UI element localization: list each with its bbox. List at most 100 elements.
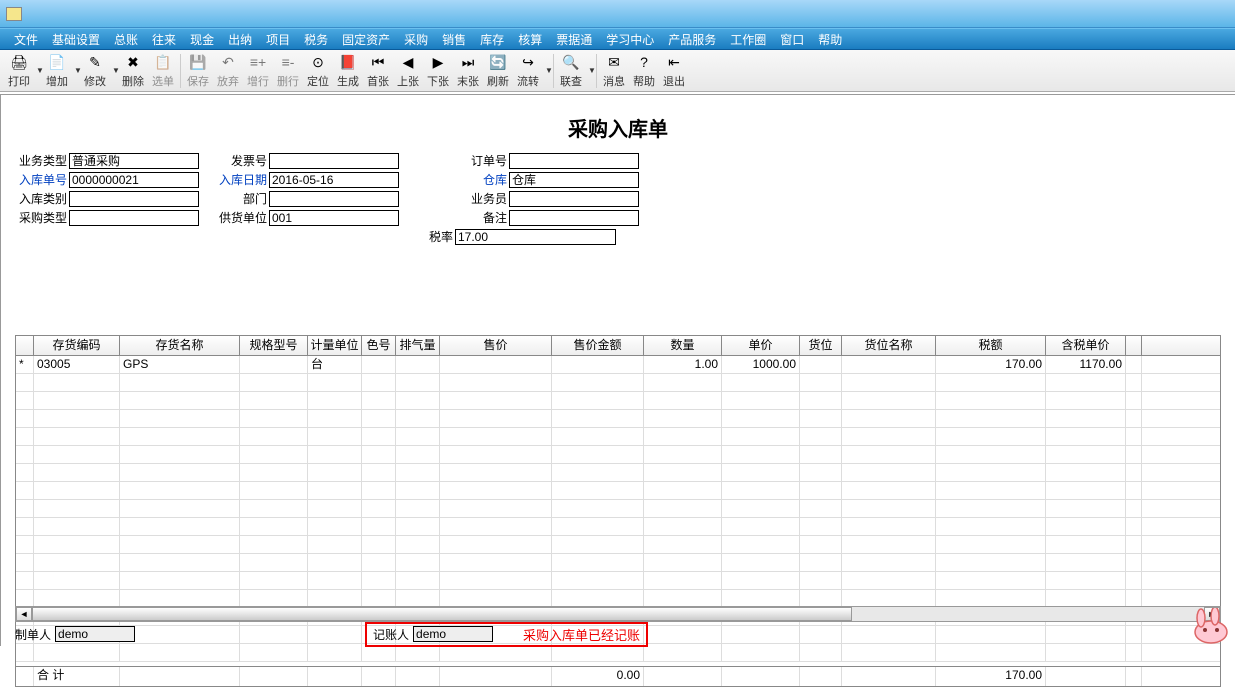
menu-固定资产[interactable]: 固定资产 <box>338 31 394 48</box>
column-header[interactable]: 存货编码 <box>34 336 120 355</box>
column-header[interactable] <box>16 336 34 355</box>
menu-产品服务[interactable]: 产品服务 <box>664 31 720 48</box>
tax-rate-input[interactable] <box>455 229 616 245</box>
column-header[interactable]: 货位名称 <box>842 336 936 355</box>
table-row[interactable] <box>16 536 1220 554</box>
cell-uprice[interactable]: 1000.00 <box>722 356 800 373</box>
menu-窗口[interactable]: 窗口 <box>776 31 808 48</box>
table-row[interactable] <box>16 500 1220 518</box>
toolbar-修改[interactable]: ✎修改 <box>80 51 110 91</box>
toolbar-消息[interactable]: ✉消息 <box>599 51 629 91</box>
cell-code[interactable]: 03005 <box>34 356 120 373</box>
table-row[interactable] <box>16 554 1220 572</box>
dropdown-arrow-icon[interactable]: ▼ <box>110 66 118 75</box>
menu-项目[interactable]: 项目 <box>262 31 294 48</box>
toolbar-增加[interactable]: 📄增加 <box>42 51 72 91</box>
table-row[interactable] <box>16 482 1220 500</box>
table-row[interactable] <box>16 410 1220 428</box>
toolbar-下张[interactable]: ▶下张 <box>423 51 453 91</box>
column-header[interactable]: 排气量 <box>396 336 440 355</box>
ptype-input[interactable] <box>69 210 199 226</box>
column-header[interactable]: 税额 <box>936 336 1046 355</box>
menu-工作圈[interactable]: 工作圈 <box>726 31 770 48</box>
toolbar-流转[interactable]: ↪流转 <box>513 51 543 91</box>
toolbar-退出[interactable]: ⇤退出 <box>659 51 689 91</box>
remark-input[interactable] <box>509 210 639 226</box>
column-header[interactable]: 单价 <box>722 336 800 355</box>
column-header[interactable]: 含税单价 <box>1046 336 1126 355</box>
scroll-left-arrow[interactable]: ◄ <box>16 607 32 621</box>
menu-库存[interactable]: 库存 <box>476 31 508 48</box>
cell-loc[interactable] <box>800 356 842 373</box>
toolbar-上张[interactable]: ◀上张 <box>393 51 423 91</box>
table-row[interactable] <box>16 572 1220 590</box>
table-row[interactable] <box>16 428 1220 446</box>
menu-税务[interactable]: 税务 <box>300 31 332 48</box>
table-row[interactable] <box>16 464 1220 482</box>
wh-input[interactable] <box>509 172 639 188</box>
horizontal-scrollbar[interactable]: ◄ ► <box>15 606 1221 622</box>
cell-tax[interactable]: 170.00 <box>936 356 1046 373</box>
cell-disp[interactable] <box>396 356 440 373</box>
doc-no-input[interactable] <box>69 172 199 188</box>
dept-input[interactable] <box>269 191 399 207</box>
column-header[interactable]: 售价金额 <box>552 336 644 355</box>
menu-票据通[interactable]: 票据通 <box>552 31 596 48</box>
vendor-input[interactable] <box>269 210 399 226</box>
table-row[interactable] <box>16 392 1220 410</box>
order-no-input[interactable] <box>509 153 639 169</box>
toolbar-打印[interactable]: 🖨打印 <box>4 51 34 91</box>
menu-出纳[interactable]: 出纳 <box>224 31 256 48</box>
menu-往来[interactable]: 往来 <box>148 31 180 48</box>
menu-帮助[interactable]: 帮助 <box>814 31 846 48</box>
toolbar-联查[interactable]: 🔍联查 <box>556 51 586 91</box>
cell-name[interactable]: GPS <box>120 356 240 373</box>
table-row[interactable] <box>16 644 1220 662</box>
column-header[interactable]: 售价 <box>440 336 552 355</box>
column-header[interactable]: 计量单位 <box>308 336 362 355</box>
sales-input[interactable] <box>509 191 639 207</box>
menu-文件[interactable]: 文件 <box>10 31 42 48</box>
toolbar-删除[interactable]: ✖删除 <box>118 51 148 91</box>
cell-unit[interactable]: 台 <box>308 356 362 373</box>
cell-amt[interactable] <box>552 356 644 373</box>
column-header[interactable] <box>1126 336 1142 355</box>
column-header[interactable]: 存货名称 <box>120 336 240 355</box>
toolbar-末张[interactable]: ⏭末张 <box>453 51 483 91</box>
cell-color[interactable] <box>362 356 396 373</box>
dropdown-arrow-icon[interactable]: ▼ <box>586 66 594 75</box>
scroll-thumb[interactable] <box>32 607 852 621</box>
column-header[interactable]: 货位 <box>800 336 842 355</box>
column-header[interactable]: 数量 <box>644 336 722 355</box>
cat-input[interactable] <box>69 191 199 207</box>
column-header[interactable]: 规格型号 <box>240 336 308 355</box>
menu-采购[interactable]: 采购 <box>400 31 432 48</box>
menu-销售[interactable]: 销售 <box>438 31 470 48</box>
table-row[interactable]: * 03005 GPS 台 1.00 1000.00 170.00 1170.0… <box>16 356 1220 374</box>
dropdown-arrow-icon[interactable]: ▼ <box>543 66 551 75</box>
column-header[interactable]: 色号 <box>362 336 396 355</box>
cell-price[interactable] <box>440 356 552 373</box>
dropdown-arrow-icon[interactable]: ▼ <box>34 66 42 75</box>
date-input[interactable] <box>269 172 399 188</box>
cell-locname[interactable] <box>842 356 936 373</box>
toolbar-首张[interactable]: ⏮首张 <box>363 51 393 91</box>
menu-学习中心[interactable]: 学习中心 <box>602 31 658 48</box>
menu-核算[interactable]: 核算 <box>514 31 546 48</box>
table-row[interactable] <box>16 518 1220 536</box>
table-row[interactable] <box>16 374 1220 392</box>
table-row[interactable] <box>16 446 1220 464</box>
biz-type-input[interactable] <box>69 153 199 169</box>
cell-qty[interactable]: 1.00 <box>644 356 722 373</box>
toolbar-刷新[interactable]: 🔄刷新 <box>483 51 513 91</box>
menu-基础设置[interactable]: 基础设置 <box>48 31 104 48</box>
toolbar-生成[interactable]: 📕生成 <box>333 51 363 91</box>
menu-现金[interactable]: 现金 <box>186 31 218 48</box>
cell-taxprice[interactable]: 1170.00 <box>1046 356 1126 373</box>
dropdown-arrow-icon[interactable]: ▼ <box>72 66 80 75</box>
cell-spec[interactable] <box>240 356 308 373</box>
toolbar-帮助[interactable]: ?帮助 <box>629 51 659 91</box>
invoice-no-input[interactable] <box>269 153 399 169</box>
menu-总账[interactable]: 总账 <box>110 31 142 48</box>
toolbar-定位[interactable]: ⊙定位 <box>303 51 333 91</box>
